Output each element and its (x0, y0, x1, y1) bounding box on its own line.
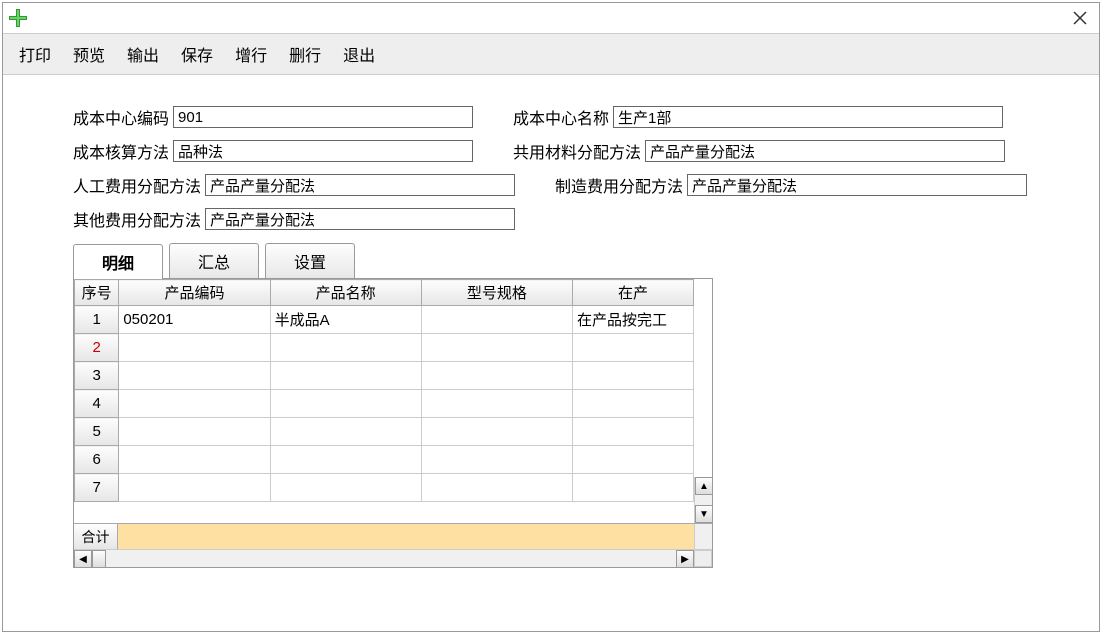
cell-name[interactable] (270, 418, 421, 446)
cost-center-name-label: 成本中心名称 (513, 105, 609, 129)
cell-wip[interactable] (573, 390, 694, 418)
table-row[interactable]: 7 (75, 474, 694, 502)
data-grid: 序号 产品编码 产品名称 型号规格 在产 1 05020 (73, 278, 713, 568)
col-header-name[interactable]: 产品名称 (270, 280, 421, 306)
table-row[interactable]: 1 050201 半成品A 在产品按完工 (75, 306, 694, 334)
tab-summary[interactable]: 汇总 (169, 243, 259, 278)
col-header-seq[interactable]: 序号 (75, 280, 119, 306)
scroll-right-icon[interactable]: ▶ (676, 550, 694, 568)
labor-alloc-input[interactable] (205, 174, 515, 196)
app-window: 打印 预览 输出 保存 增行 删行 退出 成本中心编码 成本中心名称 成本核算方… (2, 2, 1100, 632)
cost-center-name-input[interactable] (613, 106, 1003, 128)
cell-code[interactable] (119, 390, 270, 418)
cell-wip[interactable] (573, 446, 694, 474)
add-row-button[interactable]: 增行 (225, 38, 277, 70)
cost-method-input[interactable] (173, 140, 473, 162)
close-button[interactable] (1067, 5, 1093, 31)
row-seq[interactable]: 5 (75, 418, 119, 446)
row-seq[interactable]: 3 (75, 362, 119, 390)
cell-code[interactable] (119, 474, 270, 502)
cell-code[interactable] (119, 418, 270, 446)
cell-spec[interactable] (421, 306, 572, 334)
col-header-wip[interactable]: 在产 (573, 280, 694, 306)
vertical-scrollbar[interactable]: ▲ ▼ (694, 477, 712, 523)
other-alloc-input[interactable] (205, 208, 515, 230)
cell-spec[interactable] (421, 390, 572, 418)
cell-spec[interactable] (421, 418, 572, 446)
preview-button[interactable]: 预览 (63, 38, 115, 70)
other-alloc-label: 其他费用分配方法 (73, 207, 201, 231)
labor-alloc-label: 人工费用分配方法 (73, 173, 201, 197)
cost-method-label: 成本核算方法 (73, 139, 169, 163)
export-button[interactable]: 输出 (117, 38, 169, 70)
row-seq[interactable]: 2 (75, 334, 119, 362)
cell-name[interactable] (270, 474, 421, 502)
save-button[interactable]: 保存 (171, 38, 223, 70)
cell-code-editing[interactable] (119, 334, 270, 362)
cell-name[interactable] (270, 334, 421, 362)
cell-spec[interactable] (421, 446, 572, 474)
grid-table[interactable]: 序号 产品编码 产品名称 型号规格 在产 1 05020 (74, 279, 694, 502)
cell-name[interactable]: 半成品A (270, 306, 421, 334)
cell-name[interactable] (270, 390, 421, 418)
cost-center-code-label: 成本中心编码 (73, 105, 169, 129)
table-row[interactable]: 5 (75, 418, 694, 446)
tab-settings[interactable]: 设置 (265, 243, 355, 278)
mfg-alloc-input[interactable] (687, 174, 1027, 196)
scroll-thumb[interactable] (92, 550, 106, 568)
table-row[interactable]: 3 (75, 362, 694, 390)
table-row[interactable]: 4 (75, 390, 694, 418)
cell-name[interactable] (270, 446, 421, 474)
scroll-down-icon[interactable]: ▼ (695, 505, 712, 523)
content-area: 成本中心编码 成本中心名称 成本核算方法 共用材料分配方法 人工费用分配方法 (3, 75, 1099, 568)
cell-wip[interactable] (573, 334, 694, 362)
col-header-code[interactable]: 产品编码 (119, 280, 270, 306)
app-icon (9, 9, 27, 27)
cost-center-code-input[interactable] (173, 106, 473, 128)
sum-content (118, 524, 694, 549)
toolbar: 打印 预览 输出 保存 增行 删行 退出 (3, 33, 1099, 75)
col-header-spec[interactable]: 型号规格 (421, 280, 572, 306)
cell-code[interactable] (119, 362, 270, 390)
cell-code[interactable]: 050201 (119, 306, 270, 334)
cell-wip[interactable]: 在产品按完工 (573, 306, 694, 334)
cell-name[interactable] (270, 362, 421, 390)
row-seq[interactable]: 1 (75, 306, 119, 334)
cell-spec[interactable] (421, 474, 572, 502)
exit-button[interactable]: 退出 (333, 38, 385, 70)
scroll-left-icon[interactable]: ◀ (74, 550, 92, 568)
scroll-up-icon[interactable]: ▲ (695, 477, 712, 495)
cell-code[interactable] (119, 446, 270, 474)
titlebar (3, 3, 1099, 33)
row-seq[interactable]: 4 (75, 390, 119, 418)
cell-wip[interactable] (573, 474, 694, 502)
table-row[interactable]: 2 (75, 334, 694, 362)
tab-detail[interactable]: 明细 (73, 244, 163, 279)
del-row-button[interactable]: 删行 (279, 38, 331, 70)
cell-spec[interactable] (421, 334, 572, 362)
sum-label: 合计 (74, 524, 118, 549)
tab-strip: 明细 汇总 设置 (73, 243, 1039, 278)
horizontal-scrollbar[interactable]: ◀ ▶ (74, 549, 712, 567)
shared-material-label: 共用材料分配方法 (513, 139, 641, 163)
table-row[interactable]: 6 (75, 446, 694, 474)
row-seq[interactable]: 6 (75, 446, 119, 474)
shared-material-input[interactable] (645, 140, 1005, 162)
cell-wip[interactable] (573, 362, 694, 390)
cell-wip[interactable] (573, 418, 694, 446)
print-button[interactable]: 打印 (9, 38, 61, 70)
mfg-alloc-label: 制造费用分配方法 (555, 173, 683, 197)
row-seq[interactable]: 7 (75, 474, 119, 502)
cell-spec[interactable] (421, 362, 572, 390)
